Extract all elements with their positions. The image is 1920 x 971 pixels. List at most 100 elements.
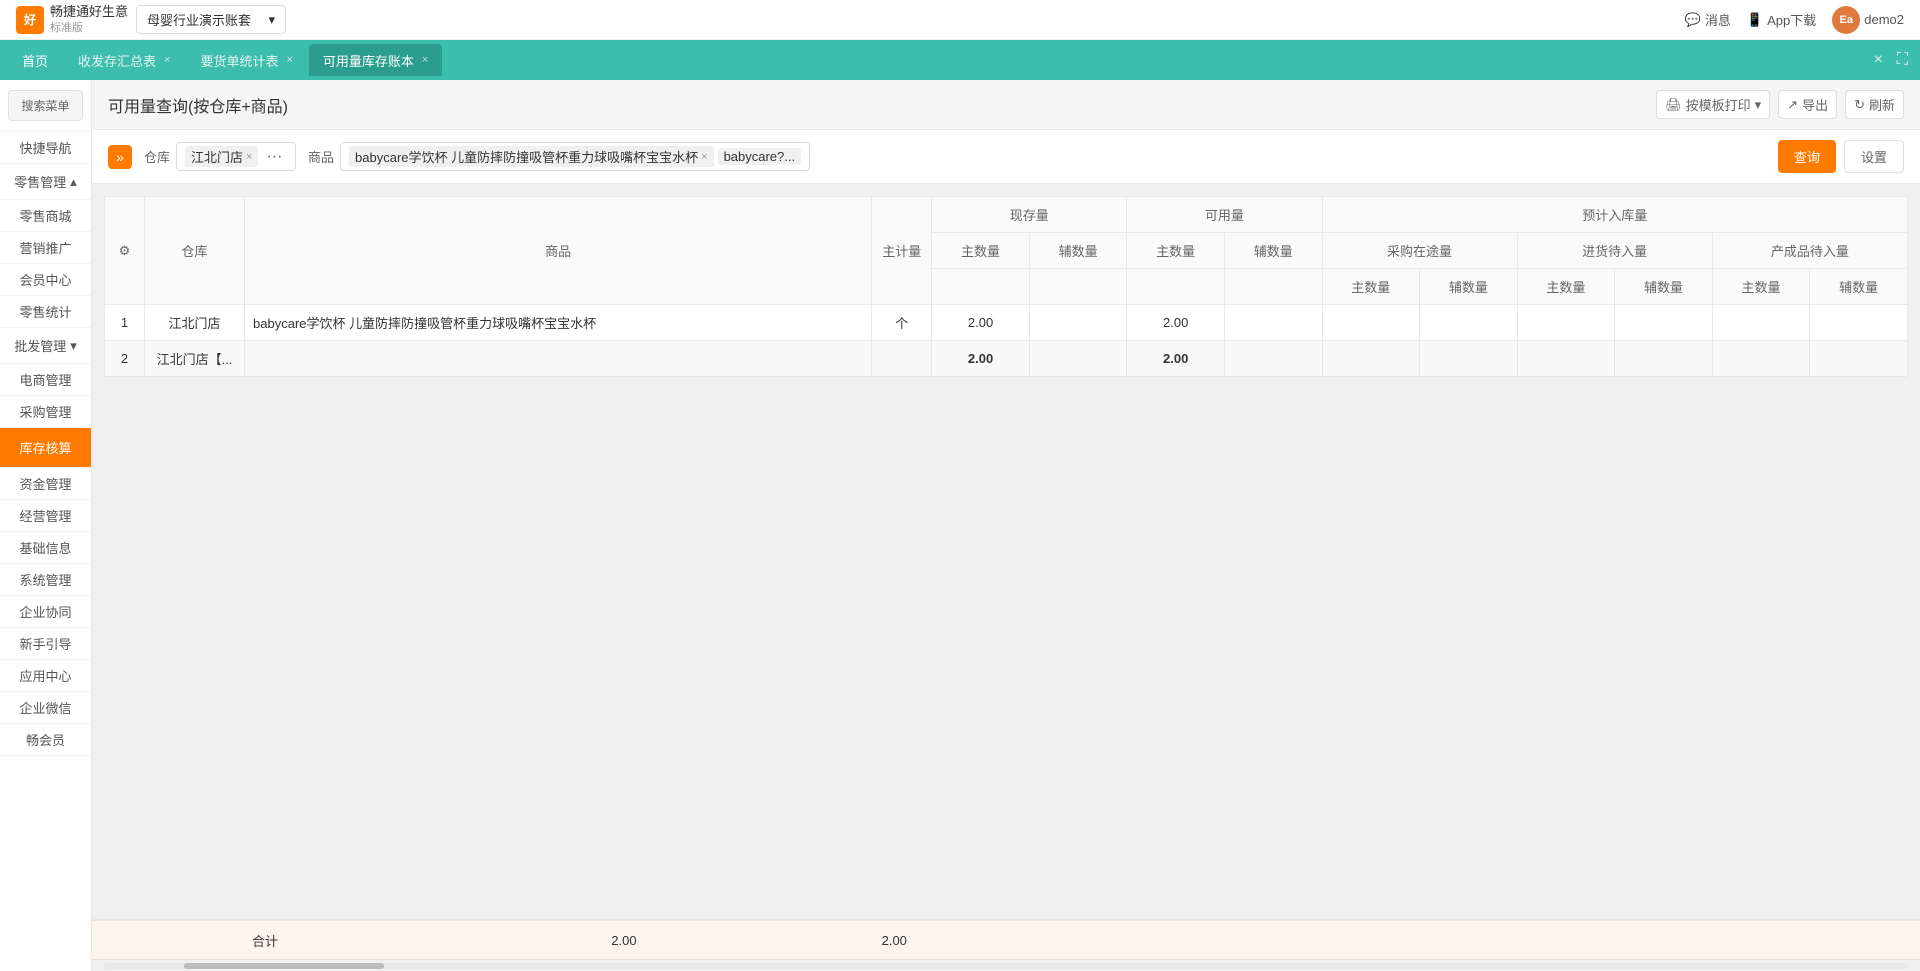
maximize-icon[interactable]: ⛶	[1893, 47, 1912, 73]
col-pt-aux: 辅数量	[1420, 269, 1518, 305]
close-icon[interactable]: ×	[164, 54, 170, 66]
row-1-pt-main	[1322, 305, 1420, 341]
product-tag-1-close[interactable]: ×	[701, 151, 707, 163]
sidebar-item-operation[interactable]: 经营管理	[0, 500, 91, 532]
row-1-pr-main	[1712, 305, 1810, 341]
tab-summary[interactable]: 收发存汇总表 ×	[64, 44, 184, 76]
sidebar-item-app-center[interactable]: 应用中心	[0, 660, 91, 692]
sidebar-item-finance[interactable]: 资金管理	[0, 468, 91, 500]
row-1-current-main: 2.00	[932, 305, 1030, 341]
table-row: 1 江北门店 babycare学饮杯 儿童防摔防撞吸管杯重力球吸嘴杯宝宝水杯 个…	[105, 305, 1908, 341]
col-settings: ⚙	[105, 197, 145, 305]
sidebar-item-members[interactable]: 会员中心	[0, 264, 91, 296]
filter-bar: » 仓库 江北门店 × ··· 商品 babycare学饮杯 儿童防摔防撞吸管杯…	[92, 130, 1920, 184]
sidebar-item-wholesale[interactable]: 批发管理	[0, 328, 91, 364]
footer-available-main: 2.00	[827, 933, 962, 948]
row-1-no: 1	[105, 305, 145, 341]
page-header: 可用量查询(按仓库+商品) 🖨 按模板打印 ↗ 导出 ↻ 刷新	[92, 80, 1920, 130]
row-2-in-aux	[1615, 341, 1713, 377]
print-btn[interactable]: 🖨 按模板打印	[1656, 90, 1770, 119]
export-icon: ↗	[1787, 97, 1798, 113]
settings-icon[interactable]: ⚙	[119, 243, 131, 258]
search-menu-btn[interactable]: 搜索菜单	[8, 90, 83, 121]
sidebar-item-quick-nav[interactable]: 快捷导航	[0, 132, 91, 164]
sidebar-item-retail-mall[interactable]: 零售商城	[0, 200, 91, 232]
warehouse-tag-container[interactable]: 江北门店 × ···	[176, 142, 296, 171]
table-row: 2 江北门店【... 2.00 2.00	[105, 341, 1908, 377]
row-1-available-main: 2.00	[1127, 305, 1225, 341]
user-profile[interactable]: Ea demo2	[1832, 6, 1904, 34]
filter-expand-btn[interactable]: »	[108, 145, 132, 169]
row-2-current-aux	[1029, 341, 1127, 377]
row-1-in-main	[1517, 305, 1615, 341]
col-current-stock-header: 现存量	[932, 197, 1127, 233]
warehouse-more-btn[interactable]: ···	[262, 148, 286, 166]
col-incoming-header: 进货待入量	[1517, 233, 1712, 269]
row-1-pr-aux	[1810, 305, 1908, 341]
chevron-up-icon	[70, 174, 77, 190]
col-in-main: 主数量	[1517, 269, 1615, 305]
row-1-current-aux	[1029, 305, 1127, 341]
row-2-warehouse: 江北门店【...	[145, 341, 245, 377]
col-available-aux-header: 辅数量	[1224, 233, 1322, 269]
row-2-no: 2	[105, 341, 145, 377]
refresh-icon: ↻	[1854, 97, 1865, 113]
filter-actions: 查询 设置	[1778, 140, 1904, 173]
settings-btn[interactable]: 设置	[1844, 140, 1904, 173]
sidebar-item-guide[interactable]: 新手引导	[0, 628, 91, 660]
product-tag-2: babycare?...	[718, 148, 802, 165]
sidebar: 搜索菜单 快捷导航 零售管理 零售商城 营销推广 会员中心 零售统计 批发管理 …	[0, 80, 92, 971]
scroll-thumb[interactable]	[184, 963, 384, 969]
col-cs-aux2	[1029, 269, 1127, 305]
sidebar-item-vip[interactable]: 畅会员	[0, 724, 91, 756]
sidebar-item-wechat[interactable]: 企业微信	[0, 692, 91, 724]
sidebar-item-inventory[interactable]: 库存核算	[0, 428, 91, 468]
close-tab-icon[interactable]: ×	[1869, 47, 1886, 73]
main-layout: 搜索菜单 快捷导航 零售管理 零售商城 营销推广 会员中心 零售统计 批发管理 …	[0, 80, 1920, 971]
col-cs-main2	[932, 269, 1030, 305]
sidebar-item-marketing[interactable]: 营销推广	[0, 232, 91, 264]
query-btn[interactable]: 查询	[1778, 140, 1836, 173]
nav-tabs-right: × ⛶	[1869, 47, 1912, 73]
close-icon[interactable]: ×	[422, 54, 428, 66]
close-icon[interactable]: ×	[286, 54, 292, 66]
scroll-track[interactable]	[104, 963, 1908, 969]
app-download-btn[interactable]: 📱 App下载	[1747, 10, 1816, 29]
warehouse-filter-label: 仓库	[144, 147, 170, 166]
avatar: Ea	[1832, 6, 1860, 34]
warehouse-tag: 江北门店 ×	[185, 146, 258, 167]
message-btn[interactable]: 💬 消息	[1685, 10, 1731, 29]
sidebar-item-retail-stats[interactable]: 零售统计	[0, 296, 91, 328]
sidebar-item-retail[interactable]: 零售管理	[0, 164, 91, 200]
table-footer: 合计 2.00 2.00	[92, 919, 1920, 959]
export-btn[interactable]: ↗ 导出	[1778, 90, 1837, 119]
data-table: ⚙ 仓库 商品 主计量 现存量 可用量 预计入库量 主数量 辅数量 主数量 辅数…	[104, 196, 1908, 377]
chevron-down-icon	[1755, 97, 1762, 113]
sidebar-item-purchase[interactable]: 采购管理	[0, 396, 91, 428]
refresh-btn[interactable]: ↻ 刷新	[1845, 90, 1904, 119]
col-pr-aux: 辅数量	[1810, 269, 1908, 305]
sidebar-item-ecommerce[interactable]: 电商管理	[0, 364, 91, 396]
col-available-header: 可用量	[1127, 197, 1322, 233]
row-2-unit	[872, 341, 932, 377]
row-2-product	[245, 341, 872, 377]
col-unit-header: 主计量	[872, 197, 932, 305]
row-2-current-main: 2.00	[932, 341, 1030, 377]
warehouse-filter-group: 仓库 江北门店 × ···	[144, 142, 296, 171]
tab-order-stats[interactable]: 要货单统计表 ×	[186, 44, 306, 76]
tab-home[interactable]: 首页	[8, 51, 62, 70]
sidebar-item-system[interactable]: 系统管理	[0, 564, 91, 596]
tab-available-stock[interactable]: 可用量库存账本 ×	[309, 44, 442, 76]
col-pr-main: 主数量	[1712, 269, 1810, 305]
product-tag-container[interactable]: babycare学饮杯 儿童防摔防撞吸管杯重力球吸嘴杯宝宝水杯 × babyca…	[340, 142, 810, 171]
sidebar-item-basic-info[interactable]: 基础信息	[0, 532, 91, 564]
row-2-available-aux	[1224, 341, 1322, 377]
col-current-main-header: 主数量	[932, 233, 1030, 269]
logo-area: 好 畅捷通好生意 标准版	[16, 4, 128, 35]
warehouse-tag-close[interactable]: ×	[246, 151, 252, 163]
logo-text: 畅捷通好生意 标准版	[50, 4, 128, 35]
row-2-in-main	[1517, 341, 1615, 377]
industry-selector[interactable]: 母婴行业演示账套	[136, 5, 286, 34]
col-purchase-transit-header: 采购在途量	[1322, 233, 1517, 269]
sidebar-item-enterprise[interactable]: 企业协同	[0, 596, 91, 628]
